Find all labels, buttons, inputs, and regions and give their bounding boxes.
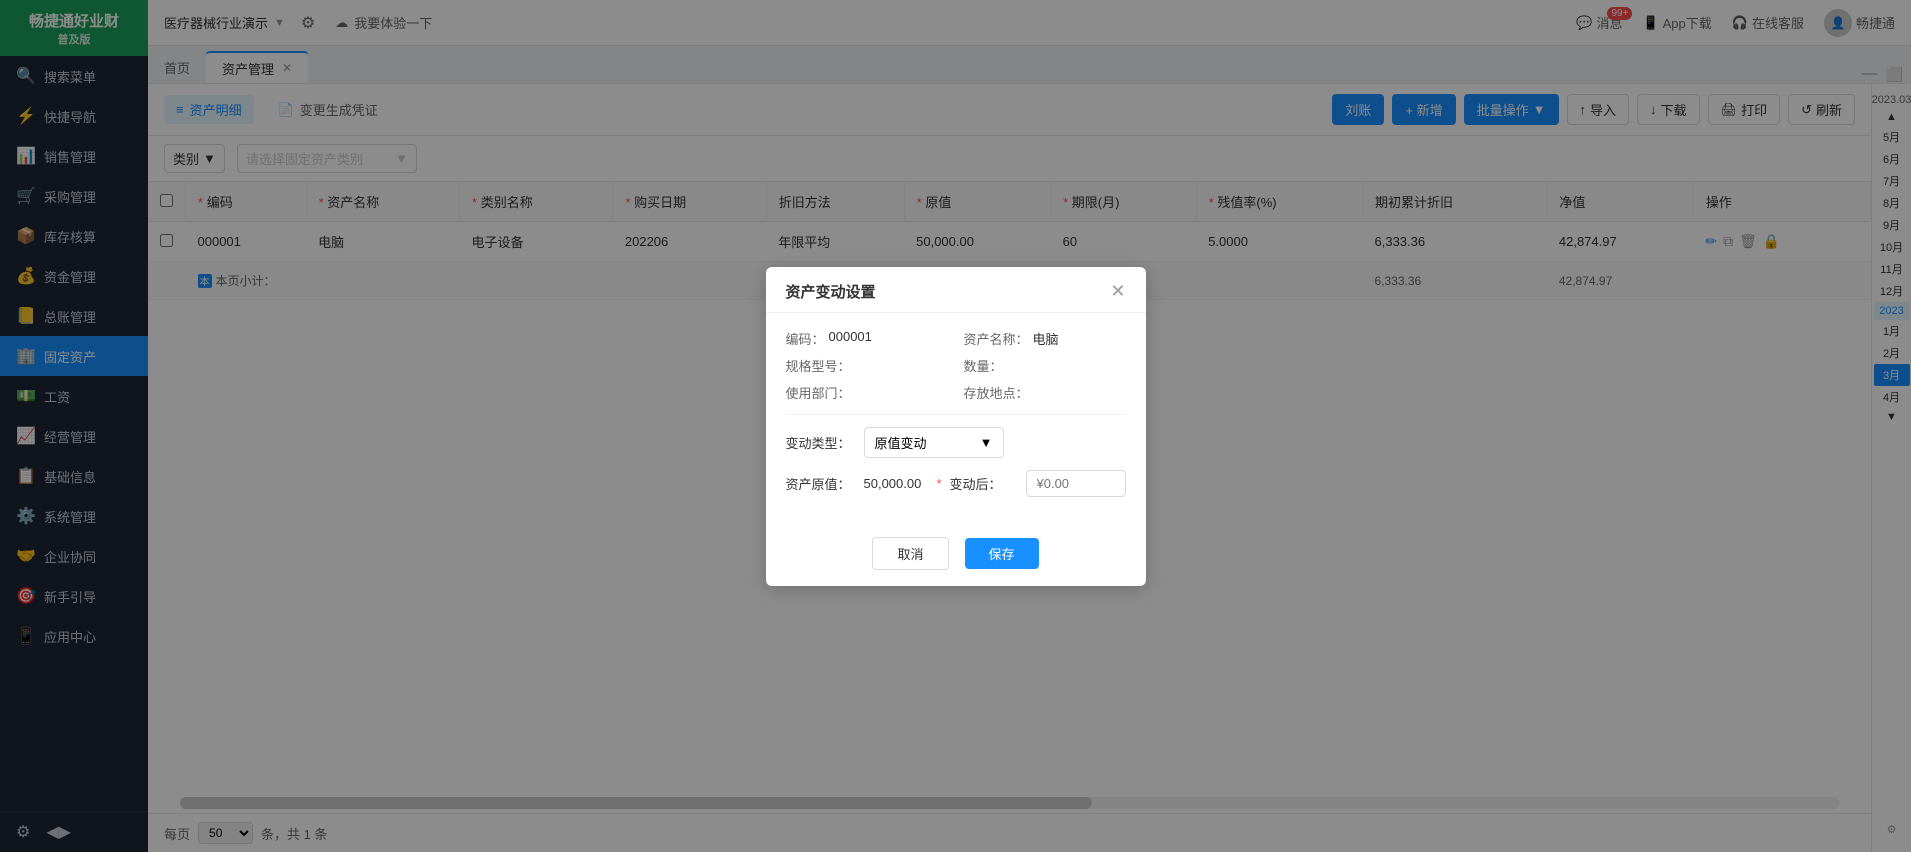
cancel-button[interactable]: 取消 [872, 537, 948, 570]
cancel-label: 取消 [897, 547, 923, 562]
modal-after-input[interactable] [1026, 470, 1126, 497]
modal-storage-field: 存放地点： [964, 383, 1126, 402]
modal-info-grid: 编码： 000001 资产名称： 电脑 规格型号： 数量： 使用部门： [786, 329, 1126, 402]
save-label: 保存 [989, 547, 1015, 562]
modal-spec-label: 规格型号： [786, 356, 851, 375]
modal-code-value: 000001 [829, 329, 872, 348]
modal-spec-field: 规格型号： [786, 356, 948, 375]
modal-divider [786, 414, 1126, 415]
modal-change-type-value: 原值变动 [875, 433, 927, 452]
modal-change-type-label: 变动类型： [786, 433, 856, 452]
modal-original-value-label: 资产原值： [786, 474, 856, 493]
modal-department-label: 使用部门： [786, 383, 851, 402]
modal-asset-name-label: 资产名称： [964, 329, 1029, 348]
modal-body: 编码： 000001 资产名称： 电脑 规格型号： 数量： 使用部门： [766, 313, 1146, 525]
modal-code-field: 编码： 000001 [786, 329, 948, 348]
modal-change-type-arrow-icon: ▼ [980, 435, 993, 450]
save-button[interactable]: 保存 [965, 538, 1039, 569]
modal-change-type-row: 变动类型： 原值变动 ▼ [786, 427, 1126, 458]
modal-after-label: 变动后： [950, 474, 1020, 493]
modal-department-field: 使用部门： [786, 383, 948, 402]
modal-overlay: 资产变动设置 ✕ 编码： 000001 资产名称： 电脑 规格型号： 数量： [0, 0, 1911, 852]
modal-asset-name-field: 资产名称： 电脑 [964, 329, 1126, 348]
asset-change-modal: 资产变动设置 ✕ 编码： 000001 资产名称： 电脑 规格型号： 数量： [766, 267, 1146, 586]
modal-quantity-label: 数量： [964, 356, 1003, 375]
modal-change-type-select[interactable]: 原值变动 ▼ [864, 427, 1004, 458]
modal-header: 资产变动设置 ✕ [766, 267, 1146, 313]
modal-asset-name-value: 电脑 [1033, 329, 1059, 348]
modal-close-button[interactable]: ✕ [1110, 281, 1125, 302]
modal-code-label: 编码： [786, 329, 825, 348]
modal-footer: 取消 保存 [766, 525, 1146, 586]
modal-after-container: * 变动后： [936, 470, 1125, 497]
modal-quantity-field: 数量： [964, 356, 1126, 375]
modal-title: 资产变动设置 [786, 281, 876, 302]
modal-original-value-row: 资产原值： 50,000.00 * 变动后： [786, 470, 1126, 497]
required-star: * [936, 476, 941, 491]
modal-storage-label: 存放地点： [964, 383, 1029, 402]
modal-original-value: 50,000.00 [864, 476, 922, 491]
